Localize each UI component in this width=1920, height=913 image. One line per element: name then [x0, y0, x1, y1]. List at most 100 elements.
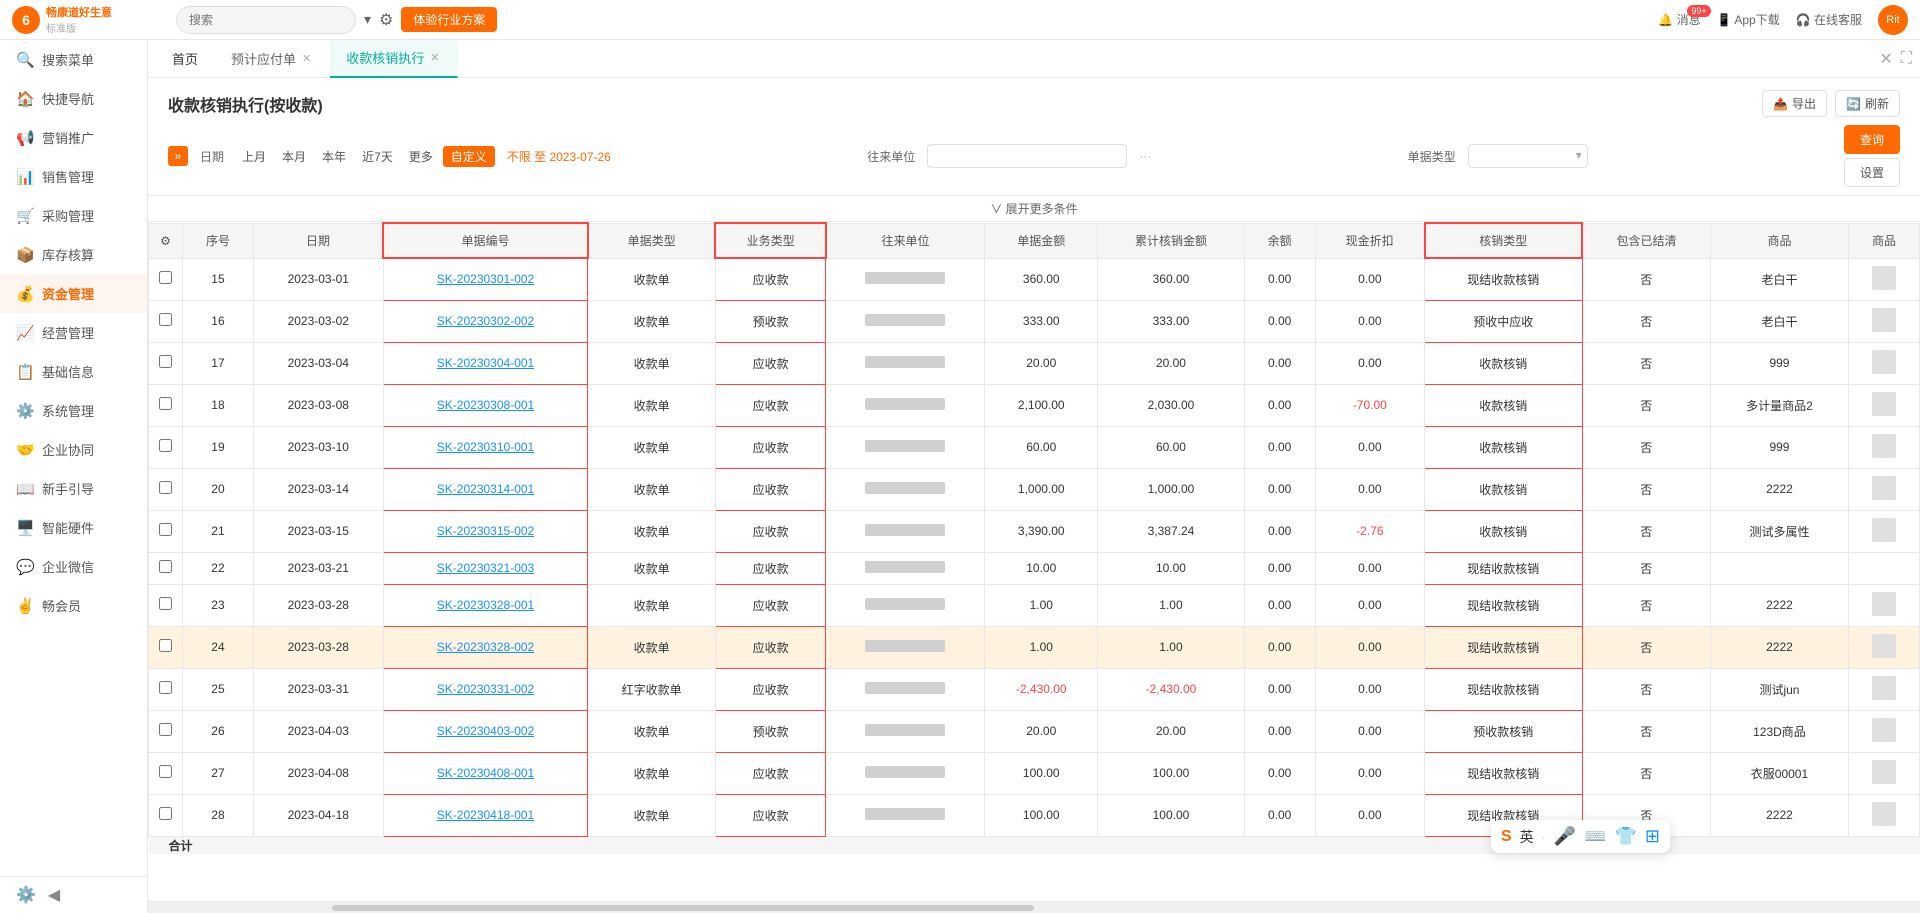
row-checkbox[interactable]: [159, 313, 172, 326]
tab-receivable[interactable]: 收款核销执行 ✕: [330, 40, 458, 78]
row-checkbox[interactable]: [159, 481, 172, 494]
row-checkbox[interactable]: [159, 271, 172, 284]
app-download-link[interactable]: 📱 App下载: [1717, 11, 1780, 28]
td-checkbox[interactable]: [149, 552, 183, 584]
bill-no-link[interactable]: SK-20230403-002: [437, 724, 534, 738]
td-checkbox[interactable]: [149, 384, 183, 426]
sidebar-item-marketing[interactable]: 📢 营销推广: [0, 118, 147, 157]
sidebar-item-operation[interactable]: 📈 经营管理: [0, 313, 147, 352]
filter-settings-button[interactable]: 设置: [1844, 158, 1900, 187]
row-checkbox[interactable]: [159, 681, 172, 694]
td-bill-no[interactable]: SK-20230321-003: [383, 552, 588, 584]
sidebar-item-member[interactable]: ✌️ 畅会员: [0, 586, 147, 625]
row-checkbox[interactable]: [159, 560, 172, 573]
experience-button[interactable]: 体验行业方案: [401, 7, 497, 32]
td-bill-no[interactable]: SK-20230308-001: [383, 384, 588, 426]
date-option-this-year[interactable]: 本年: [316, 146, 352, 167]
tab-payable-close[interactable]: ✕: [300, 52, 313, 65]
bill-no-link[interactable]: SK-20230321-003: [437, 561, 534, 575]
bill-no-link[interactable]: SK-20230315-002: [437, 524, 534, 538]
td-bill-no[interactable]: SK-20230328-001: [383, 584, 588, 626]
row-checkbox[interactable]: [159, 765, 172, 778]
settings-gear-button[interactable]: ⚙: [379, 10, 393, 30]
td-checkbox[interactable]: [149, 258, 183, 300]
sidebar-item-finance[interactable]: 💰 资金管理: [0, 274, 147, 313]
td-bill-no[interactable]: SK-20230315-002: [383, 510, 588, 552]
row-checkbox[interactable]: [159, 523, 172, 536]
td-checkbox[interactable]: [149, 468, 183, 510]
td-checkbox[interactable]: [149, 342, 183, 384]
sidebar-collapse-icon[interactable]: ◀: [48, 885, 60, 905]
row-checkbox[interactable]: [159, 355, 172, 368]
query-button[interactable]: 查询: [1844, 125, 1900, 154]
td-bill-no[interactable]: SK-20230314-001: [383, 468, 588, 510]
expand-more-bar[interactable]: ∨ 展开更多条件: [148, 196, 1920, 222]
sidebar-item-system[interactable]: ⚙️ 系统管理: [0, 391, 147, 430]
date-custom-button[interactable]: 自定义: [443, 146, 495, 167]
bill-no-link[interactable]: SK-20230328-002: [437, 640, 534, 654]
date-option-this-month[interactable]: 本月: [276, 146, 312, 167]
sidebar-item-purchase[interactable]: 🛒 采购管理: [0, 196, 147, 235]
td-bill-no[interactable]: SK-20230301-002: [383, 258, 588, 300]
date-option-more[interactable]: 更多: [403, 146, 439, 167]
bill-no-link[interactable]: SK-20230308-001: [437, 398, 534, 412]
bill-no-link[interactable]: SK-20230310-001: [437, 440, 534, 454]
td-bill-no[interactable]: SK-20230403-002: [383, 710, 588, 752]
tab-payable[interactable]: 预计应付单 ✕: [215, 40, 330, 78]
sidebar-item-wechat[interactable]: 💬 企业微信: [0, 547, 147, 586]
ft-mic-icon[interactable]: 🎤: [1554, 826, 1576, 847]
notification-area[interactable]: 🔔 消息 99+: [1658, 11, 1700, 28]
td-checkbox[interactable]: [149, 584, 183, 626]
sidebar-item-shortcut[interactable]: 🏠 快捷导航: [0, 79, 147, 118]
sidebar-item-hardware[interactable]: 🖥️ 智能硬件: [0, 508, 147, 547]
td-checkbox[interactable]: [149, 668, 183, 710]
horizontal-scrollbar[interactable]: [148, 901, 1920, 913]
bill-no-link[interactable]: SK-20230408-001: [437, 766, 534, 780]
td-checkbox[interactable]: [149, 626, 183, 668]
th-gear[interactable]: ⚙: [149, 223, 183, 258]
date-option-7days[interactable]: 近7天: [356, 146, 399, 167]
ft-shirt-icon[interactable]: 👕: [1614, 826, 1636, 847]
td-checkbox[interactable]: [149, 426, 183, 468]
sidebar-item-enterprise[interactable]: 🤝 企业协同: [0, 430, 147, 469]
table-container[interactable]: ⚙ 序号 日期 单据编号 单据类型 业务类型 往来单位 单据金额 累计核销金额 …: [148, 222, 1920, 901]
ft-english-icon[interactable]: 英: [1520, 827, 1534, 847]
refresh-button[interactable]: 🔄 刷新: [1835, 90, 1900, 117]
bill-no-link[interactable]: SK-20230314-001: [437, 482, 534, 496]
td-checkbox[interactable]: [149, 794, 183, 836]
bill-no-link[interactable]: SK-20230304-001: [437, 356, 534, 370]
td-checkbox[interactable]: [149, 710, 183, 752]
counterpart-dots[interactable]: ···: [1139, 149, 1151, 163]
row-checkbox[interactable]: [159, 639, 172, 652]
bill-no-link[interactable]: SK-20230331-002: [437, 682, 534, 696]
td-bill-no[interactable]: SK-20230310-001: [383, 426, 588, 468]
ft-grid-icon[interactable]: ⊞: [1645, 826, 1660, 847]
sidebar-item-search[interactable]: 🔍 搜索菜单: [0, 40, 147, 79]
row-checkbox[interactable]: [159, 807, 172, 820]
td-checkbox[interactable]: [149, 300, 183, 342]
td-bill-no[interactable]: SK-20230302-002: [383, 300, 588, 342]
td-checkbox[interactable]: [149, 752, 183, 794]
row-checkbox[interactable]: [159, 439, 172, 452]
sidebar-item-basic[interactable]: 📋 基础信息: [0, 352, 147, 391]
search-input[interactable]: [176, 6, 356, 34]
tab-expand-icon[interactable]: ⛶: [1901, 50, 1912, 68]
bill-no-link[interactable]: SK-20230302-002: [437, 314, 534, 328]
bill-no-link[interactable]: SK-20230328-001: [437, 598, 534, 612]
td-bill-no[interactable]: SK-20230418-001: [383, 794, 588, 836]
bill-type-select[interactable]: [1468, 144, 1588, 168]
ft-keyboard-icon[interactable]: ⌨️: [1584, 826, 1606, 847]
td-bill-no[interactable]: SK-20230328-002: [383, 626, 588, 668]
tab-receivable-close[interactable]: ✕: [428, 51, 441, 64]
tab-close-all-icon[interactable]: ✕: [1879, 49, 1892, 69]
counterpart-input[interactable]: [927, 144, 1127, 168]
sidebar-item-sales[interactable]: 📊 销售管理: [0, 157, 147, 196]
td-bill-no[interactable]: SK-20230408-001: [383, 752, 588, 794]
dropdown-button[interactable]: ▾: [364, 11, 371, 28]
sidebar-settings-icon[interactable]: ⚙️: [16, 885, 36, 905]
export-button[interactable]: 📤 导出: [1762, 90, 1827, 117]
td-bill-no[interactable]: SK-20230331-002: [383, 668, 588, 710]
date-option-last-month[interactable]: 上月: [236, 146, 272, 167]
row-checkbox[interactable]: [159, 723, 172, 736]
td-checkbox[interactable]: [149, 510, 183, 552]
